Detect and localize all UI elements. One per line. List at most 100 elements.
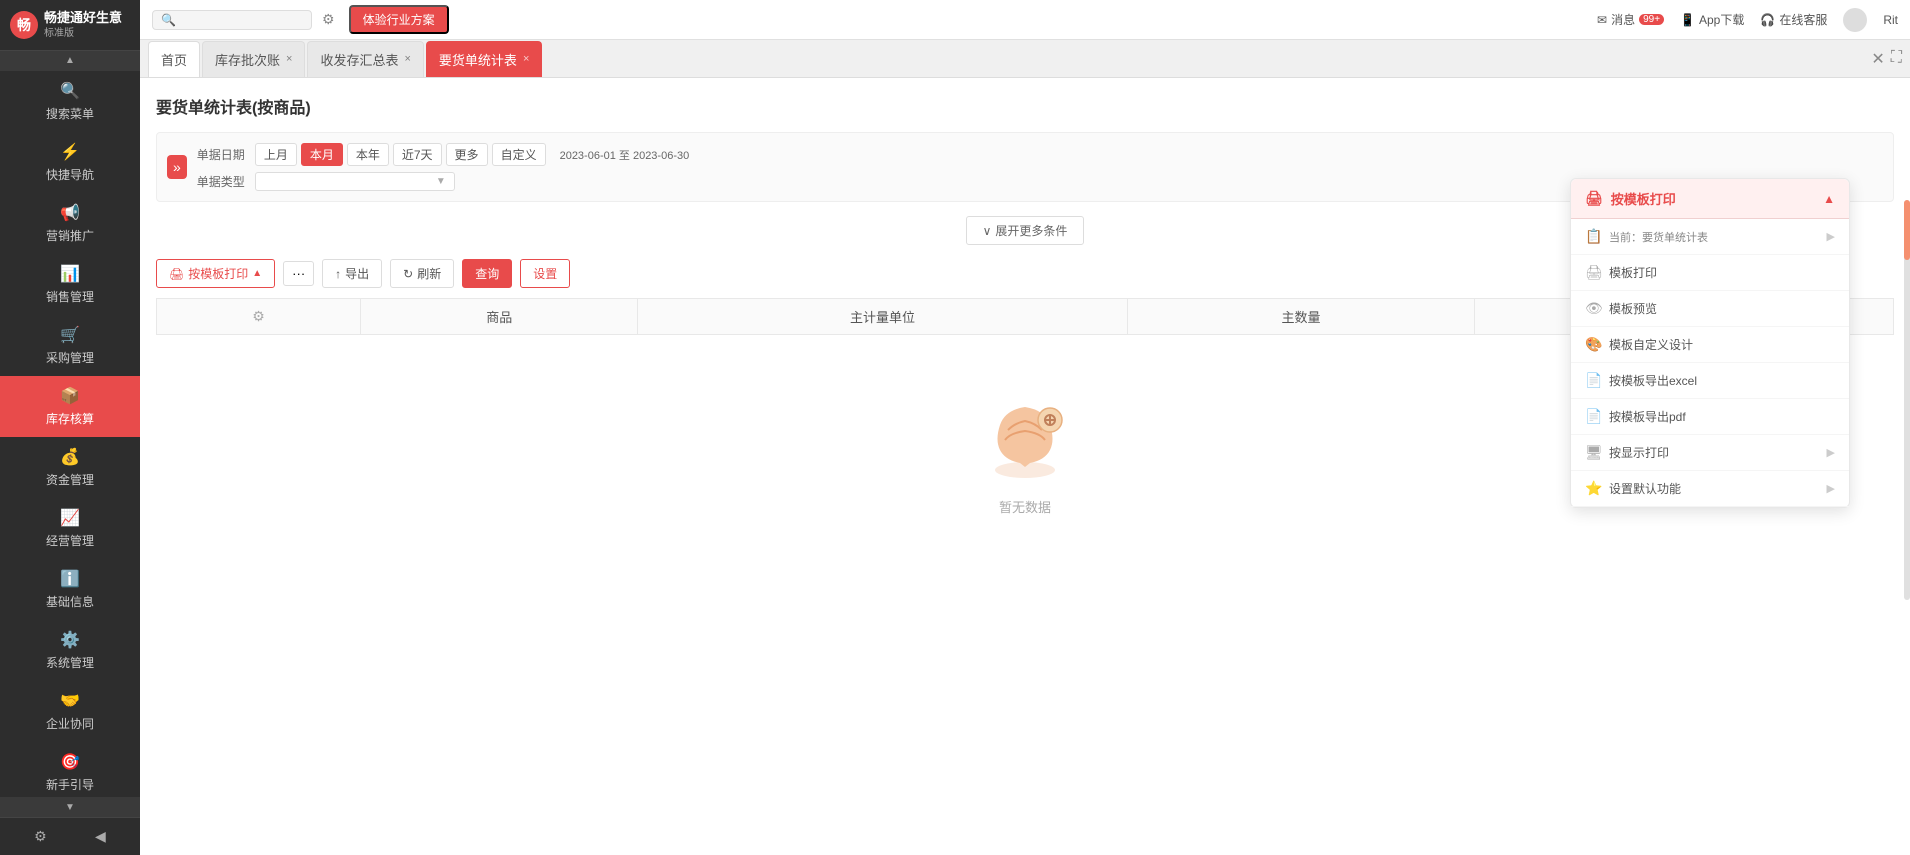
dropdown-item-template-preview[interactable]: 👁 模板预览 (1571, 291, 1849, 327)
experience-btn[interactable]: 体验行业方案 (349, 5, 449, 34)
sidebar-item-label: 企业协同 (46, 715, 94, 732)
date-btn-last-month[interactable]: 上月 (255, 143, 297, 166)
tab-receivable-summary[interactable]: 收发存汇总表 × (307, 41, 423, 77)
pdf-icon: 📄 (1585, 408, 1601, 425)
sidebar-item-label: 经营管理 (46, 532, 94, 549)
sidebar-item-system[interactable]: ⚙️ 系统管理 (0, 620, 140, 681)
set-default-icon: ⭐ (1585, 480, 1601, 497)
dropdown-item-export-pdf[interactable]: 📄 按模板导出pdf (1571, 399, 1849, 435)
date-btn-more[interactable]: 更多 (446, 143, 488, 166)
date-btn-this-year[interactable]: 本年 (347, 143, 389, 166)
template-print-dropdown: 🖨 按模板打印 ▲ 📋 当前：要货单统计表 ▶ 🖨 模板打印 (1570, 178, 1850, 508)
expand-more-btn[interactable]: ∨ 展开更多条件 (966, 216, 1085, 245)
sidebar-item-inventory[interactable]: 📦 库存核算 (0, 376, 140, 437)
topbar-search-input[interactable] (180, 13, 303, 27)
current-template-chevron: ▶ (1827, 230, 1835, 243)
main-area: 🔍 ⚙ 体验行业方案 ✉ 消息 99+ 📱 App下载 🎧 在线客服 Rit (140, 0, 1910, 855)
sidebar-item-marketing[interactable]: 📢 营销推广 (0, 193, 140, 254)
filter-expand-btn[interactable]: » (167, 155, 187, 179)
dropdown-item-label: 按模板导出pdf (1609, 408, 1686, 425)
template-print-btn[interactable]: 🖨 按模板打印 ▲ (156, 259, 275, 288)
dropdown-item-label: 模板打印 (1609, 264, 1657, 281)
sidebar-scroll-up[interactable]: ▲ (0, 51, 140, 71)
tab-inventory-batch[interactable]: 库存批次账 × (202, 41, 305, 77)
basic-icon: ℹ️ (60, 569, 80, 589)
dropdown-section-left: 🖥 按显示打印 (1585, 444, 1669, 461)
message-icon: ✉ (1597, 13, 1607, 27)
messages-label: 消息 (1611, 11, 1635, 28)
tab-inventory-batch-close[interactable]: × (286, 53, 292, 65)
sidebar-item-quicknav[interactable]: ⚡ 快捷导航 (0, 132, 140, 193)
date-btn-7days[interactable]: 近7天 (393, 143, 442, 166)
topbar: 🔍 ⚙ 体验行业方案 ✉ 消息 99+ 📱 App下载 🎧 在线客服 Rit (140, 0, 1910, 40)
sidebar-item-search[interactable]: 🔍 搜索菜单 (0, 71, 140, 132)
dropdown-item-label: 模板预览 (1609, 300, 1657, 317)
search-nav-icon: 🔍 (60, 81, 80, 101)
sidebar-item-operation[interactable]: 📈 经营管理 (0, 498, 140, 559)
query-btn[interactable]: 查询 (462, 259, 512, 288)
topbar-search-box[interactable]: 🔍 (152, 10, 312, 30)
collab-icon: 🤝 (60, 691, 80, 711)
sidebar-item-guide[interactable]: 🎯 新手引导 (0, 742, 140, 797)
table-col-quantity: 主数量 (1127, 299, 1475, 335)
guide-icon: 🎯 (60, 752, 80, 772)
sidebar-scroll-down[interactable]: ▼ (0, 797, 140, 817)
dropdown-section-display-print[interactable]: 🖥 按显示打印 ▶ (1571, 435, 1849, 471)
date-range-display: 2023-06-01 至 2023-06-30 (560, 147, 690, 163)
dropdown-current-template[interactable]: 📋 当前：要货单统计表 ▶ (1571, 219, 1849, 255)
sidebar-item-label: 新手引导 (46, 776, 94, 793)
tab-expand-btn[interactable]: ⛶ (1891, 49, 1902, 69)
date-btn-this-month[interactable]: 本月 (301, 143, 343, 166)
app-name: 畅捷通好生意 (44, 10, 122, 27)
more-options-btn[interactable]: ··· (283, 261, 314, 286)
dropdown-item-template-design[interactable]: 🎨 模板自定义设计 (1571, 327, 1849, 363)
date-btn-custom[interactable]: 自定义 (492, 143, 546, 166)
preview-icon: 👁 (1585, 300, 1601, 317)
printer-icon: 🖨 (169, 267, 184, 281)
dropdown-item-left: 📄 按模板导出excel (1585, 372, 1697, 389)
scroll-thumb[interactable] (1904, 200, 1910, 260)
app-logo-text: 畅捷通好生意 标准版 (44, 10, 122, 40)
topbar-messages-btn[interactable]: ✉ 消息 99+ (1597, 11, 1664, 28)
tab-order-stats-close[interactable]: × (523, 53, 529, 65)
system-icon: ⚙️ (60, 630, 80, 650)
sidebar-item-label: 销售管理 (46, 288, 94, 305)
refresh-btn[interactable]: ↻ 刷新 (390, 259, 454, 288)
topbar-app-download-btn[interactable]: 📱 App下载 (1680, 11, 1744, 28)
tab-order-stats[interactable]: 要货单统计表 × (426, 41, 542, 77)
page-title: 要货单统计表(按商品) (156, 94, 1894, 118)
app-download-label: App下载 (1699, 11, 1744, 28)
sidebar-item-finance[interactable]: 💰 资金管理 (0, 437, 140, 498)
expand-more-icon: ∨ (983, 224, 992, 238)
dropdown-item-export-excel[interactable]: 📄 按模板导出excel (1571, 363, 1849, 399)
date-filter-label: 单据日期 (197, 146, 245, 163)
dropdown-chevron-up-icon[interactable]: ▲ (1823, 192, 1835, 206)
dropdown-section-set-default[interactable]: ⭐ 设置默认功能 ▶ (1571, 471, 1849, 507)
settings-btn[interactable]: 设置 (520, 259, 570, 288)
sidebar-item-basic[interactable]: ℹ️ 基础信息 (0, 559, 140, 620)
tab-home[interactable]: 首页 (148, 41, 200, 77)
tab-receivable-summary-label: 收发存汇总表 (320, 50, 398, 69)
topbar-customer-service-btn[interactable]: 🎧 在线客服 (1760, 11, 1827, 28)
sidebar: 畅 畅捷通好生意 标准版 ▲ 🔍 搜索菜单 ⚡ 快捷导航 📢 营销推广 📊 销售… (0, 0, 140, 855)
current-template-label: 当前：要货单统计表 (1609, 229, 1708, 245)
sidebar-item-collab[interactable]: 🤝 企业协同 (0, 681, 140, 742)
bill-type-select[interactable]: ▼ (255, 172, 455, 191)
display-print-chevron: ▶ (1827, 446, 1835, 459)
dropdown-item-template-print[interactable]: 🖨 模板打印 (1571, 255, 1849, 291)
user-avatar[interactable] (1843, 8, 1867, 32)
bill-type-chevron-icon: ▼ (436, 176, 446, 187)
tab-receivable-summary-close[interactable]: × (404, 53, 410, 65)
sidebar-sound-btn[interactable]: ◀ (95, 828, 106, 845)
date-buttons: 上月 本月 本年 近7天 更多 自定义 (255, 143, 546, 166)
dropdown-item-left: 📄 按模板导出pdf (1585, 408, 1686, 425)
topbar-gear-icon[interactable]: ⚙ (322, 11, 335, 28)
tab-close-all-btn[interactable]: ✕ (1871, 49, 1884, 69)
sidebar-item-purchase[interactable]: 🛒 采购管理 (0, 315, 140, 376)
export-btn[interactable]: ↑ 导出 (322, 259, 382, 288)
sidebar-item-sales[interactable]: 📊 销售管理 (0, 254, 140, 315)
app-version: 标准版 (44, 27, 122, 40)
sidebar-settings-btn[interactable]: ⚙ (34, 828, 47, 845)
sidebar-item-label: 基础信息 (46, 593, 94, 610)
table-settings-icon[interactable]: ⚙ (252, 308, 265, 324)
